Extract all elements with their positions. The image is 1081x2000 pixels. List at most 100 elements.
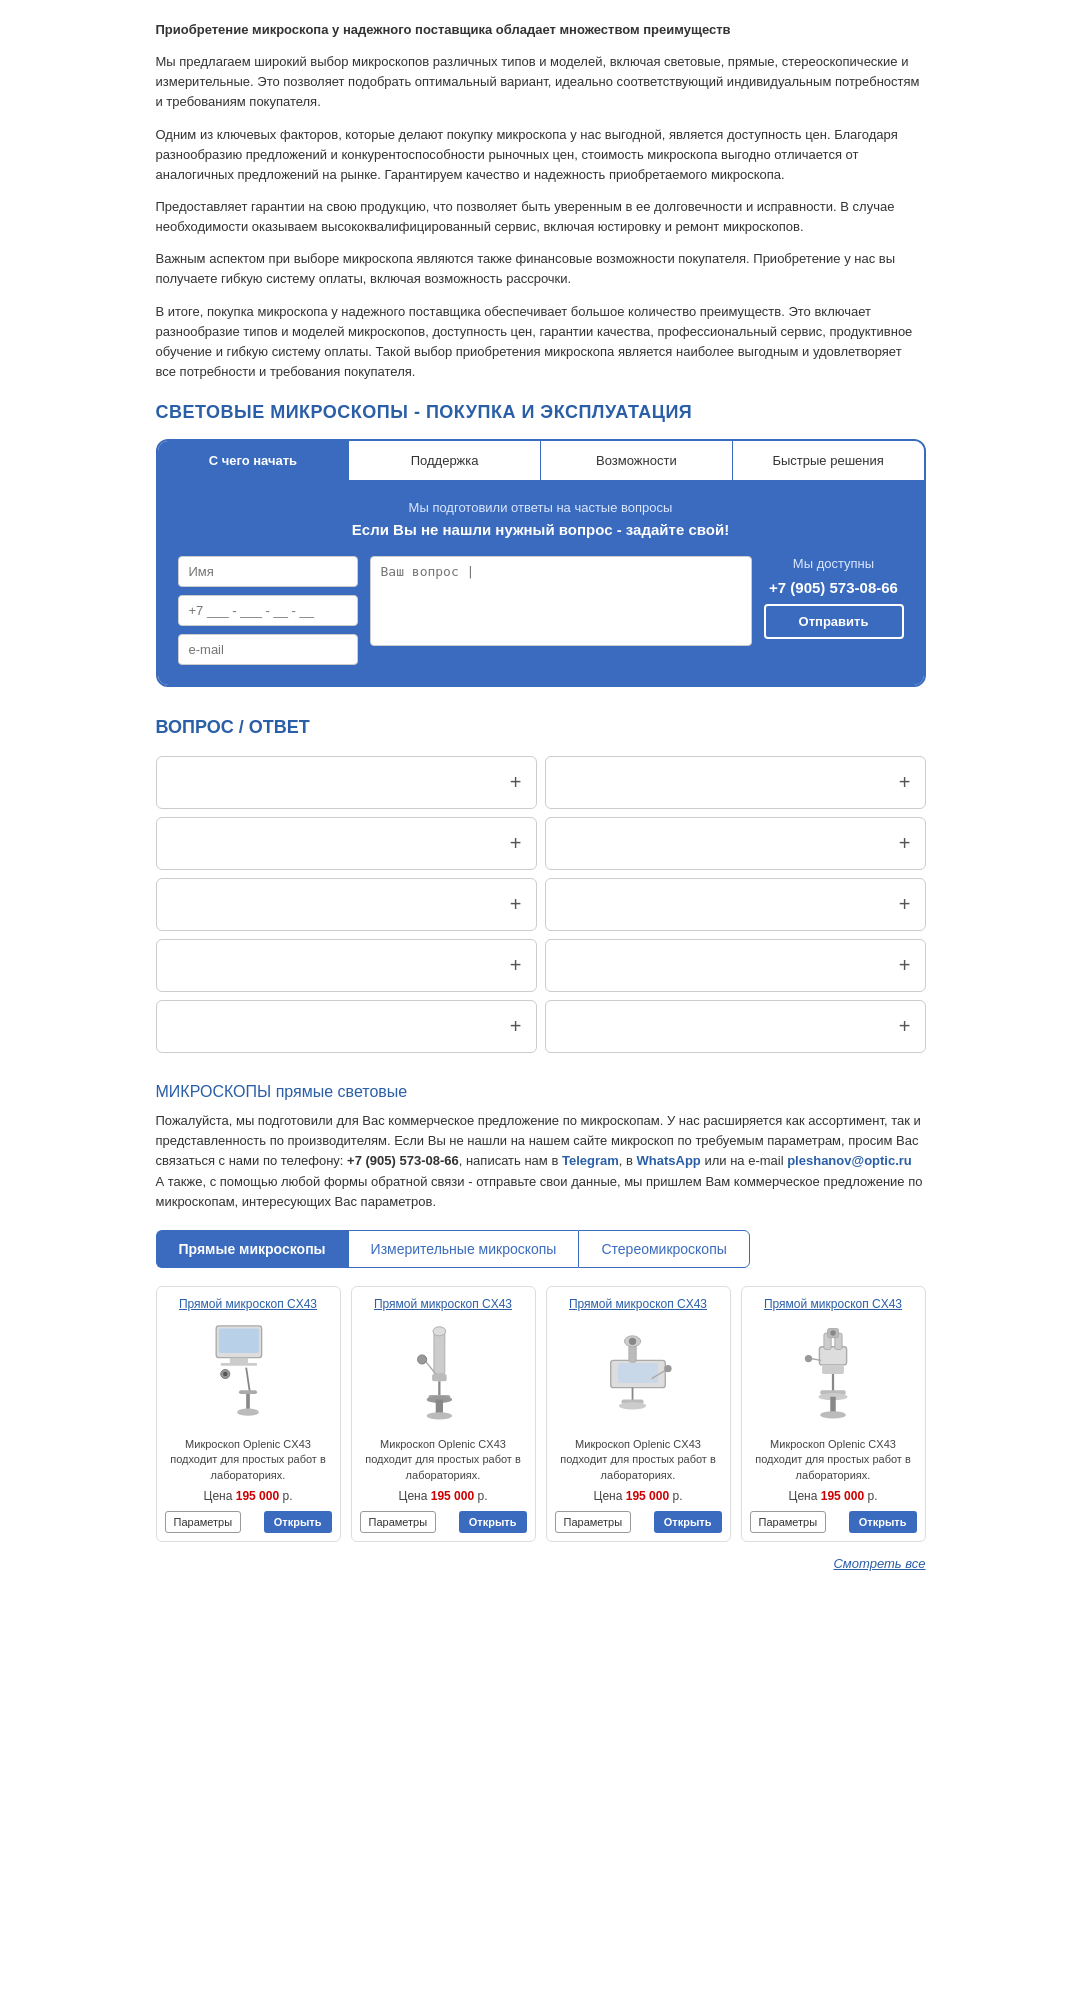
svg-rect-21 — [618, 1363, 658, 1383]
phone-input[interactable] — [178, 595, 358, 626]
product-actions-3: Параметры Открыть — [555, 1511, 722, 1533]
product-currency-1: р. — [282, 1489, 292, 1503]
btn-open-3[interactable]: Открыть — [654, 1511, 722, 1533]
light-section-heading: СВЕТОВЫЕ МИКРОСКОПЫ - ПОКУПКА И ЭКСПЛУАТ… — [156, 402, 926, 423]
product-price-3: 195 000 — [626, 1489, 669, 1503]
microscopes-heading: МИКРОСКОПЫ прямые световые — [156, 1083, 926, 1101]
faq-item-8[interactable]: + — [545, 939, 926, 992]
product-price-row-1: Цена 195 000 р. — [204, 1489, 293, 1503]
form-mid-col — [370, 556, 752, 649]
faq-grid: + + + + + + + + — [156, 756, 926, 1053]
faq-heading: ВОПРОС / ОТВЕТ — [156, 717, 926, 738]
btn-params-2[interactable]: Параметры — [360, 1511, 437, 1533]
product-card-3: Прямой микроскоп CX43 Микроскоп Oplenic … — [546, 1286, 731, 1542]
tab-quick-solutions[interactable]: Быстрые решения — [733, 441, 924, 480]
tab-start[interactable]: С чего начать — [158, 441, 350, 480]
microscope-svg-4 — [793, 1324, 873, 1424]
svg-point-9 — [223, 1372, 228, 1377]
microscopes-heading-bold: МИКРОСКОПЫ — [156, 1083, 272, 1100]
faq-plus-icon-1: + — [510, 771, 522, 794]
product-title-2[interactable]: Прямой микроскоп CX43 — [374, 1297, 512, 1311]
tab-support[interactable]: Поддержка — [349, 441, 541, 480]
btn-open-1[interactable]: Открыть — [264, 1511, 332, 1533]
intro-para-4: Важным аспектом при выборе микроскопа яв… — [156, 249, 926, 289]
whatsapp-link[interactable]: WhatsApp — [637, 1153, 701, 1168]
faq-item-6[interactable]: + — [545, 878, 926, 931]
avail-phone: +7 (905) 573-08-66 — [769, 579, 898, 596]
faq-item-1[interactable]: + — [156, 756, 537, 809]
faq-plus-icon-10: + — [899, 1015, 911, 1038]
view-all-link[interactable]: Смотреть все — [833, 1556, 925, 1571]
product-price-2: 195 000 — [431, 1489, 474, 1503]
svg-rect-30 — [819, 1347, 846, 1365]
svg-point-7 — [237, 1408, 259, 1415]
intro-para-3: Предоставляет гарантии на свою продукцию… — [156, 197, 926, 237]
btn-params-1[interactable]: Параметры — [165, 1511, 242, 1533]
svg-rect-12 — [432, 1374, 447, 1381]
svg-rect-5 — [239, 1390, 257, 1394]
faq-plus-icon-4: + — [899, 832, 911, 855]
faq-item-7[interactable]: + — [156, 939, 537, 992]
product-desc-1: Микроскоп Oplenic CX43 подходит для прос… — [165, 1437, 332, 1483]
tab-capabilities[interactable]: Возможности — [541, 441, 733, 480]
product-image-2 — [360, 1319, 527, 1429]
microscope-svg-2 — [403, 1324, 483, 1424]
faq-item-10[interactable]: + — [545, 1000, 926, 1053]
product-actions-2: Параметры Открыть — [360, 1511, 527, 1533]
product-desc-3: Микроскоп Oplenic CX43 подходит для прос… — [555, 1437, 722, 1483]
microscopes-heading-normal: прямые световые — [271, 1083, 407, 1100]
product-desc-2: Микроскоп Oplenic CX43 подходит для прос… — [360, 1437, 527, 1483]
name-input[interactable] — [178, 556, 358, 587]
form-subtitle: Мы подготовили ответы на частые вопросы — [178, 500, 904, 515]
telegram-link[interactable]: Telegram — [562, 1153, 619, 1168]
question-textarea[interactable] — [370, 556, 752, 646]
faq-plus-icon-2: + — [899, 771, 911, 794]
email-link[interactable]: pleshanov@optic.ru — [787, 1153, 912, 1168]
email-input[interactable] — [178, 634, 358, 665]
product-price-row-3: Цена 195 000 р. — [594, 1489, 683, 1503]
micro-phone: +7 (905) 573-08-66 — [347, 1153, 459, 1168]
svg-point-19 — [418, 1355, 427, 1364]
form-right-col: Мы доступны +7 (905) 573-08-66 Отправить — [764, 556, 904, 639]
product-title-3[interactable]: Прямой микроскоп CX43 — [569, 1297, 707, 1311]
btn-open-4[interactable]: Открыть — [849, 1511, 917, 1533]
view-all-row: Смотреть все — [156, 1556, 926, 1571]
svg-rect-35 — [822, 1365, 844, 1374]
product-desc-4: Микроскоп Oplenic CX43 подходит для прос… — [750, 1437, 917, 1483]
product-title-1[interactable]: Прямой микроскоп CX43 — [179, 1297, 317, 1311]
faq-item-4[interactable]: + — [545, 817, 926, 870]
btn-open-2[interactable]: Открыть — [459, 1511, 527, 1533]
microscope-svg-1 — [208, 1324, 288, 1424]
tab-direct-microscopes[interactable]: Прямые микроскопы — [156, 1230, 348, 1268]
faq-item-9[interactable]: + — [156, 1000, 537, 1053]
btn-params-3[interactable]: Параметры — [555, 1511, 632, 1533]
svg-rect-3 — [221, 1363, 257, 1366]
faq-plus-icon-8: + — [899, 954, 911, 977]
tab-panel: С чего начать Поддержка Возможности Быст… — [156, 439, 926, 687]
form-left-col — [178, 556, 358, 665]
faq-plus-icon-5: + — [510, 893, 522, 916]
microscope-svg-3 — [598, 1324, 678, 1424]
product-title-4[interactable]: Прямой микроскоп CX43 — [764, 1297, 902, 1311]
intro-para-1: Мы предлагаем широкий выбор микроскопов … — [156, 52, 926, 112]
product-price-row-4: Цена 195 000 р. — [789, 1489, 878, 1503]
tab-stereo-microscopes[interactable]: Стереомикроскопы — [578, 1230, 749, 1268]
product-image-4 — [750, 1319, 917, 1429]
faq-item-2[interactable]: + — [545, 756, 926, 809]
btn-params-4[interactable]: Параметры — [750, 1511, 827, 1533]
faq-item-5[interactable]: + — [156, 878, 537, 931]
product-price-4: 195 000 — [821, 1489, 864, 1503]
send-button[interactable]: Отправить — [764, 604, 904, 639]
intro-para-5: В итоге, покупка микроскопа у надежного … — [156, 302, 926, 383]
intro-para-2: Одним из ключевых факторов, которые дела… — [156, 125, 926, 185]
faq-item-3[interactable]: + — [156, 817, 537, 870]
faq-plus-icon-9: + — [510, 1015, 522, 1038]
faq-plus-icon-7: + — [510, 954, 522, 977]
svg-line-4 — [246, 1367, 250, 1392]
tab-content-panel: Мы подготовили ответы на частые вопросы … — [158, 482, 924, 685]
svg-rect-1 — [219, 1328, 259, 1353]
product-image-3 — [555, 1319, 722, 1429]
contact-form: Мы доступны +7 (905) 573-08-66 Отправить — [178, 556, 904, 665]
avail-label: Мы доступны — [793, 556, 874, 571]
tab-measuring-microscopes[interactable]: Измерительные микроскопы — [348, 1230, 579, 1268]
